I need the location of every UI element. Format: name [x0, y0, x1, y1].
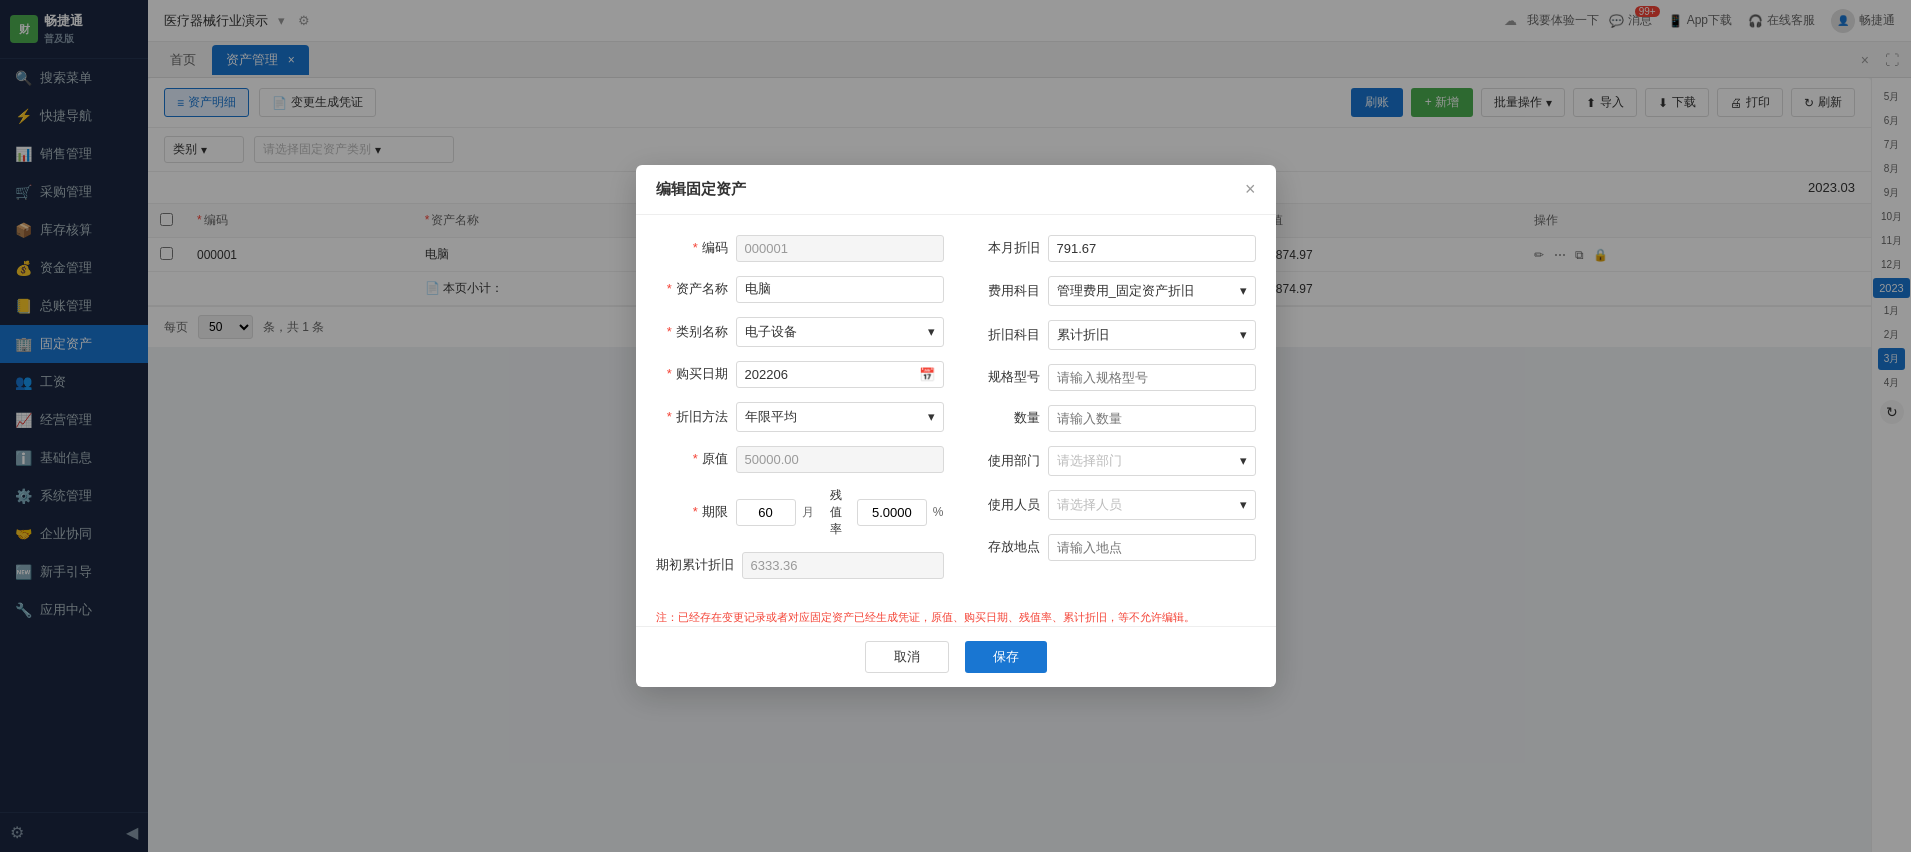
dept-chevron-icon: ▾: [1240, 453, 1247, 468]
form-row-spec: 规格型号: [968, 364, 1256, 391]
department-label: 使用部门: [968, 452, 1040, 470]
form-row-location: 存放地点: [968, 534, 1256, 561]
category-label: * 类别名称: [656, 323, 728, 341]
category-value: 电子设备: [745, 323, 797, 341]
name-label: * 资产名称: [656, 280, 728, 298]
initial-dep-label: 期初累计折旧: [656, 556, 734, 574]
dep-subject-label: 折旧科目: [968, 326, 1040, 344]
expense-subject-value: 管理费用_固定资产折旧: [1057, 282, 1194, 300]
spec-label: 规格型号: [968, 368, 1040, 386]
dep-subject-chevron-icon: ▾: [1240, 327, 1247, 342]
period-unit: 月: [802, 504, 814, 521]
cancel-button[interactable]: 取消: [865, 641, 949, 673]
purchase-date-input[interactable]: 202206 📅: [736, 361, 944, 388]
form-row-dep-method: * 折旧方法 年限平均 ▾: [656, 402, 944, 432]
period-group: 月 残值率 %: [736, 487, 944, 538]
modal-note: 注：已经存在变更记录或者对应固定资产已经生成凭证，原值、购买日期、残值率、累计折…: [636, 599, 1276, 627]
modal-footer: 取消 保存: [636, 626, 1276, 687]
quantity-label: 数量: [968, 409, 1040, 427]
dep-method-chevron-icon: ▾: [928, 409, 935, 424]
dropdown-chevron-icon: ▾: [928, 324, 935, 339]
dep-method-value: 年限平均: [745, 408, 797, 426]
dep-subject-value: 累计折旧: [1057, 326, 1109, 344]
code-label: * 编码: [656, 239, 728, 257]
modal-col-left: * 编码 * 资产名称 * 类别名称 电子设备 ▾: [656, 235, 944, 579]
modal-grid: * 编码 * 资产名称 * 类别名称 电子设备 ▾: [656, 235, 1256, 579]
form-row-dep-subject: 折旧科目 累计折旧 ▾: [968, 320, 1256, 350]
residual-rate-label: 残值率: [830, 487, 851, 538]
period-input[interactable]: [736, 499, 796, 526]
purchase-date-value: 202206: [745, 367, 788, 382]
form-row-quantity: 数量: [968, 405, 1256, 432]
person-select[interactable]: 请选择人员 ▾: [1048, 490, 1256, 520]
person-chevron-icon: ▾: [1240, 497, 1247, 512]
form-row-period: * 期限 月 残值率 %: [656, 487, 944, 538]
location-input[interactable]: [1048, 534, 1256, 561]
department-placeholder: 请选择部门: [1057, 452, 1122, 470]
residual-rate-input[interactable]: [857, 499, 927, 526]
expense-subject-select[interactable]: 管理费用_固定资产折旧 ▾: [1048, 276, 1256, 306]
save-button[interactable]: 保存: [965, 641, 1047, 673]
dep-subject-select[interactable]: 累计折旧 ▾: [1048, 320, 1256, 350]
asset-name-input[interactable]: [736, 276, 944, 303]
form-row-monthly-dep: 本月折旧: [968, 235, 1256, 262]
modal-overlay: 编辑固定资产 × * 编码 * 资产名称 * 类别名称: [0, 0, 1911, 852]
initial-dep-input[interactable]: [742, 552, 944, 579]
modal-col-right: 本月折旧 费用科目 管理费用_固定资产折旧 ▾ 折旧科目 累计折旧: [968, 235, 1256, 579]
period-label: * 期限: [656, 503, 728, 521]
form-row-person: 使用人员 请选择人员 ▾: [968, 490, 1256, 520]
modal-header: 编辑固定资产 ×: [636, 165, 1276, 215]
person-placeholder: 请选择人员: [1057, 496, 1122, 514]
form-row-initial-dep: 期初累计折旧: [656, 552, 944, 579]
modal-title: 编辑固定资产: [656, 180, 746, 199]
location-label: 存放地点: [968, 538, 1040, 556]
form-row-code: * 编码: [656, 235, 944, 262]
form-row-category: * 类别名称 电子设备 ▾: [656, 317, 944, 347]
original-value-label: * 原值: [656, 450, 728, 468]
dep-method-label: * 折旧方法: [656, 408, 728, 426]
spec-input[interactable]: [1048, 364, 1256, 391]
edit-asset-modal: 编辑固定资产 × * 编码 * 资产名称 * 类别名称: [636, 165, 1276, 688]
code-input[interactable]: [736, 235, 944, 262]
expense-chevron-icon: ▾: [1240, 283, 1247, 298]
modal-body: * 编码 * 资产名称 * 类别名称 电子设备 ▾: [636, 215, 1276, 599]
purchase-date-label: * 购买日期: [656, 365, 728, 383]
original-value-input[interactable]: [736, 446, 944, 473]
monthly-dep-label: 本月折旧: [968, 239, 1040, 257]
person-label: 使用人员: [968, 496, 1040, 514]
quantity-input[interactable]: [1048, 405, 1256, 432]
form-row-expense-subject: 费用科目 管理费用_固定资产折旧 ▾: [968, 276, 1256, 306]
form-row-department: 使用部门 请选择部门 ▾: [968, 446, 1256, 476]
modal-note-text: 注：已经存在变更记录或者对应固定资产已经生成凭证，原值、购买日期、残值率、累计折…: [656, 611, 1195, 623]
monthly-dep-input[interactable]: [1048, 235, 1256, 262]
form-row-original-value: * 原值: [656, 446, 944, 473]
residual-unit: %: [933, 505, 944, 519]
category-select[interactable]: 电子设备 ▾: [736, 317, 944, 347]
department-select[interactable]: 请选择部门 ▾: [1048, 446, 1256, 476]
form-row-purchase-date: * 购买日期 202206 📅: [656, 361, 944, 388]
calendar-icon: 📅: [919, 367, 935, 382]
expense-subject-label: 费用科目: [968, 282, 1040, 300]
modal-close-btn[interactable]: ×: [1245, 179, 1256, 200]
form-row-name: * 资产名称: [656, 276, 944, 303]
dep-method-select[interactable]: 年限平均 ▾: [736, 402, 944, 432]
